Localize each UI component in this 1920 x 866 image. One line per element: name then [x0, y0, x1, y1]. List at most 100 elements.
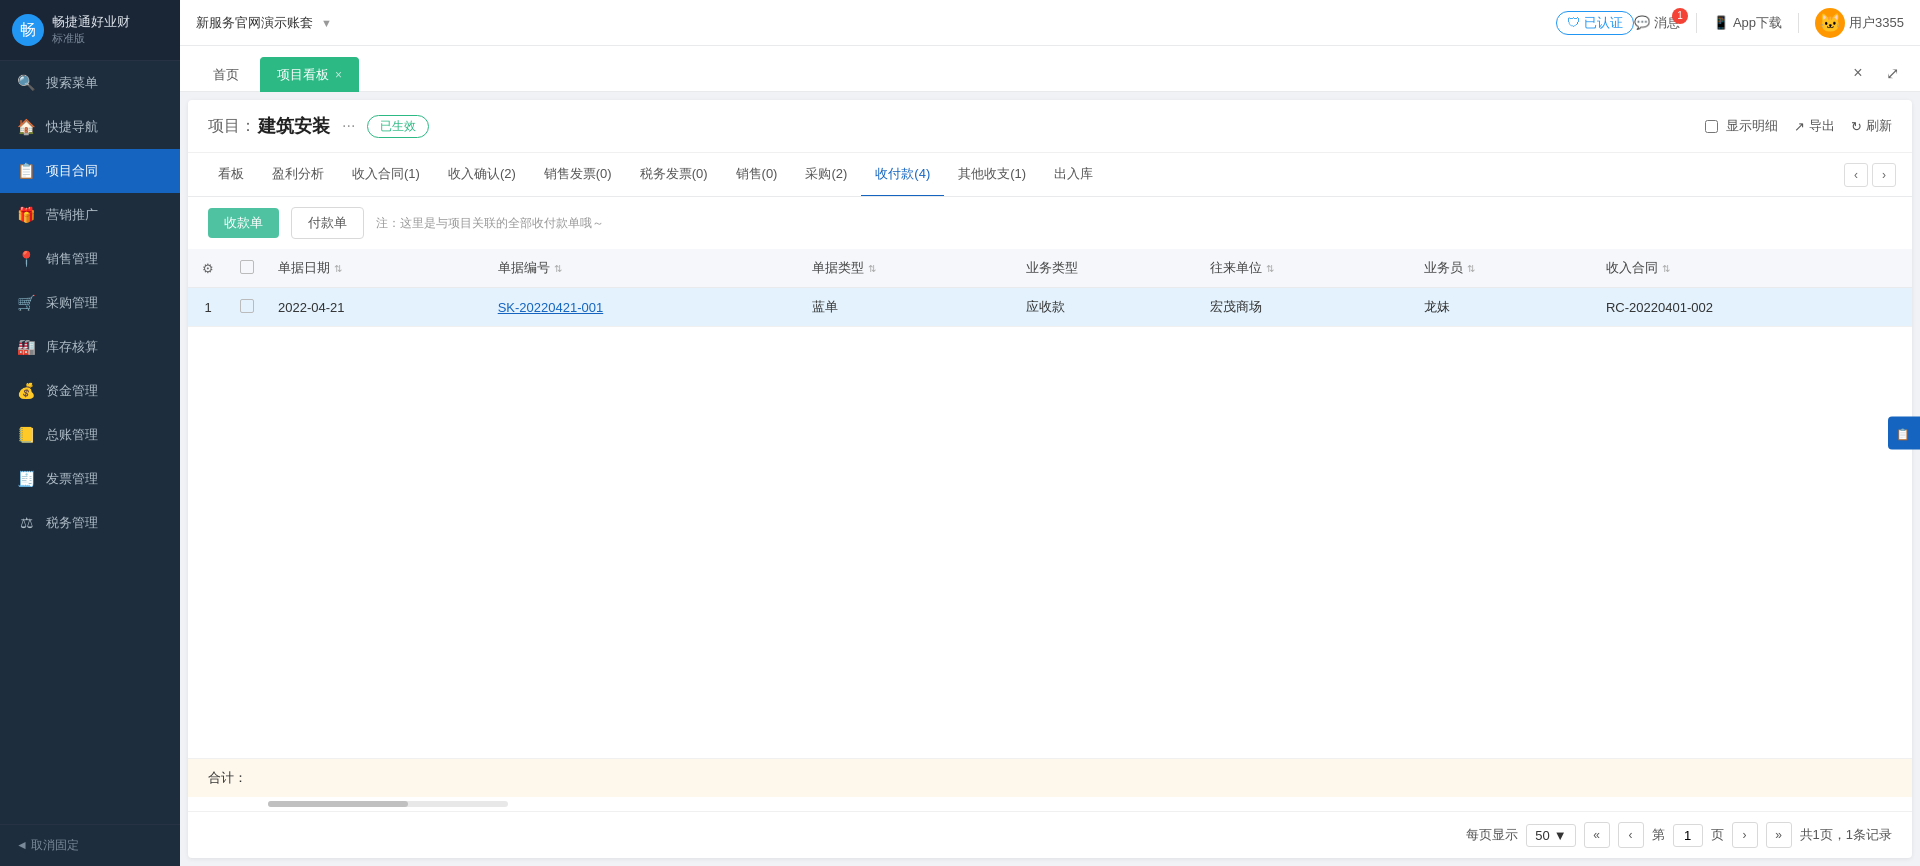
scrollbar-thumb[interactable] [268, 801, 408, 807]
horizontal-scrollbar[interactable] [268, 801, 508, 807]
purchase-icon: 🛒 [16, 293, 36, 313]
sidebar-item-label-project-contract: 项目合同 [46, 162, 98, 180]
sub-tab-other-income[interactable]: 其他收支(1) [944, 153, 1040, 197]
last-page-button[interactable]: » [1766, 822, 1792, 848]
per-page-select[interactable]: 50 ▼ [1526, 824, 1575, 847]
export-button[interactable]: ↗ 导出 [1794, 117, 1835, 135]
page-input[interactable] [1673, 824, 1703, 847]
col-salesman[interactable]: 业务员⇅ [1412, 249, 1594, 288]
sidebar-item-tax[interactable]: ⚖ 税务管理 [0, 501, 180, 545]
cell-number[interactable]: SK-20220421-001 [486, 288, 800, 327]
account-selector[interactable]: 新服务官网演示账套 ▼ [196, 14, 1556, 32]
tab-home[interactable]: 首页 [196, 57, 256, 92]
unpin-button[interactable]: ◄ 取消固定 [0, 824, 180, 866]
sub-tab-next-button[interactable]: › [1872, 163, 1896, 187]
divider2 [1798, 13, 1799, 33]
tab-close-button[interactable]: × [335, 68, 342, 82]
sort-number-icon: ⇅ [554, 263, 562, 274]
project-actions: 显示明细 ↗ 导出 ↻ 刷新 [1705, 117, 1892, 135]
main-content: 新服务官网演示账套 ▼ 🛡 已认证 💬 消息 1 📱 App下载 🐱 用户335… [180, 0, 1920, 866]
user-menu[interactable]: 🐱 用户3355 [1815, 8, 1904, 38]
message-button[interactable]: 💬 消息 1 [1634, 14, 1680, 32]
sub-tab-kanban[interactable]: 看板 [204, 153, 258, 197]
sub-tab-collection[interactable]: 收付款(4) [861, 153, 944, 197]
user-label: 用户3355 [1849, 14, 1904, 32]
last-page-icon: » [1775, 828, 1782, 842]
maximize-window-button[interactable]: ⤢ [1880, 61, 1904, 85]
sidebar-item-marketing[interactable]: 🎁 营销推广 [0, 193, 180, 237]
sidebar-item-purchase[interactable]: 🛒 采购管理 [0, 281, 180, 325]
message-badge: 1 [1672, 8, 1688, 24]
next-page-icon: › [1743, 828, 1747, 842]
sub-tab-income-contract[interactable]: 收入合同(1) [338, 153, 434, 197]
col-date[interactable]: 单据日期⇅ [266, 249, 486, 288]
sub-tab-prev-button[interactable]: ‹ [1844, 163, 1868, 187]
sidebar-item-ledger[interactable]: 📒 总账管理 [0, 413, 180, 457]
show-detail-checkbox[interactable] [1705, 120, 1718, 133]
row-checkbox[interactable] [240, 299, 254, 313]
cell-checkbox[interactable] [228, 288, 266, 327]
sub-tabs: 看板 盈利分析 收入合同(1) 收入确认(2) 销售发票(0) 税务发票(0) … [188, 153, 1912, 197]
sub-tab-income-confirm[interactable]: 收入确认(2) [434, 153, 530, 197]
sidebar-item-quick-nav[interactable]: 🏠 快捷导航 [0, 105, 180, 149]
refresh-label: 刷新 [1866, 117, 1892, 135]
message-icon: 💬 [1634, 15, 1650, 30]
app-edition: 标准版 [52, 31, 130, 46]
first-page-icon: « [1593, 828, 1600, 842]
col-income-contract[interactable]: 收入合同⇅ [1594, 249, 1912, 288]
sub-tab-inout[interactable]: 出入库 [1040, 153, 1107, 197]
app-download-button[interactable]: 📱 App下载 [1713, 14, 1782, 32]
project-more-button[interactable]: ··· [342, 117, 355, 135]
sub-toolbar: 收款单 付款单 注：这里是与项目关联的全部收付款单哦～ [188, 197, 1912, 249]
funds-icon: 💰 [16, 381, 36, 401]
tab-home-label: 首页 [213, 66, 239, 84]
show-detail-label: 显示明细 [1726, 117, 1778, 135]
sidebar-item-project-contract[interactable]: 📋 项目合同 [0, 149, 180, 193]
floating-action-button[interactable]: 📋 [1888, 417, 1920, 450]
sidebar-item-funds[interactable]: 💰 资金管理 [0, 369, 180, 413]
sub-tab-profit[interactable]: 盈利分析 [258, 153, 338, 197]
cell-index: 1 [188, 288, 228, 327]
refresh-button[interactable]: ↻ 刷新 [1851, 117, 1892, 135]
refresh-icon: ↻ [1851, 119, 1862, 134]
column-settings-icon[interactable]: ⚙ [200, 261, 216, 276]
payment-button[interactable]: 付款单 [291, 207, 364, 239]
col-type[interactable]: 单据类型⇅ [800, 249, 1014, 288]
sidebar-item-sales[interactable]: 📍 销售管理 [0, 237, 180, 281]
tab-kanban[interactable]: 项目看板 × [260, 57, 359, 92]
topbar: 新服务官网演示账套 ▼ 🛡 已认证 💬 消息 1 📱 App下载 🐱 用户335… [180, 0, 1920, 46]
ledger-icon: 📒 [16, 425, 36, 445]
floating-icon: 📋 [1898, 427, 1911, 440]
export-icon: ↗ [1794, 119, 1805, 134]
sub-tab-purchase[interactable]: 采购(2) [791, 153, 861, 197]
logo-icon: 畅 [12, 14, 44, 46]
table-row[interactable]: 1 2022-04-21 SK-20220421-001 蓝单 应收款 宏茂商场… [188, 288, 1912, 327]
sidebar-item-invoice[interactable]: 🧾 发票管理 [0, 457, 180, 501]
close-window-button[interactable]: × [1846, 61, 1870, 85]
sidebar-item-inventory[interactable]: 🏭 库存核算 [0, 325, 180, 369]
sort-type-icon: ⇅ [868, 263, 876, 274]
shield-icon: 🛡 [1567, 15, 1580, 30]
sub-tab-sales-invoice[interactable]: 销售发票(0) [530, 153, 626, 197]
sort-partner-icon: ⇅ [1266, 263, 1274, 274]
collection-button[interactable]: 收款单 [208, 208, 279, 238]
col-partner[interactable]: 往来单位⇅ [1198, 249, 1412, 288]
prev-page-button[interactable]: ‹ [1618, 822, 1644, 848]
cell-biz-type: 应收款 [1014, 288, 1199, 327]
sub-tab-sales[interactable]: 销售(0) [722, 153, 792, 197]
data-table: ⚙ 单据日期⇅ 单据编号⇅ 单据类型⇅ [188, 249, 1912, 327]
home-icon: 🏠 [16, 117, 36, 137]
cell-number-link[interactable]: SK-20220421-001 [498, 300, 604, 315]
col-number[interactable]: 单据编号⇅ [486, 249, 800, 288]
first-page-button[interactable]: « [1584, 822, 1610, 848]
sidebar-item-search[interactable]: 🔍 搜索菜单 [0, 61, 180, 105]
select-all-checkbox[interactable] [240, 260, 254, 274]
sidebar-item-label-quick-nav: 快捷导航 [46, 118, 98, 136]
next-page-button[interactable]: › [1732, 822, 1758, 848]
sub-tab-tax-invoice[interactable]: 税务发票(0) [626, 153, 722, 197]
cell-income-contract: RC-20220401-002 [1594, 288, 1912, 327]
per-page-value: 50 [1535, 828, 1549, 843]
show-detail-toggle[interactable]: 显示明细 [1705, 117, 1778, 135]
sidebar-item-label-ledger: 总账管理 [46, 426, 98, 444]
total-label: 合计： [208, 770, 247, 785]
